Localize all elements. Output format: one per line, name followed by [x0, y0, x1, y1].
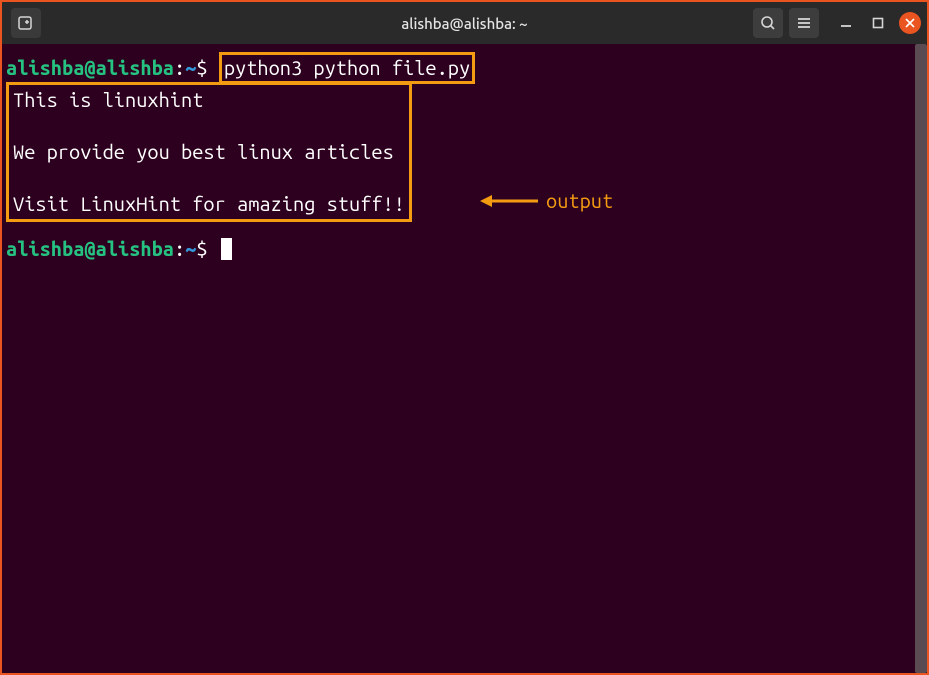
command-line-1: alishba@alishba:~$ python3 python file.p…: [6, 52, 923, 84]
minimize-button[interactable]: [835, 12, 857, 34]
menu-button[interactable]: [789, 8, 819, 38]
prompt-dollar: $: [196, 56, 207, 79]
titlebar: alishba@alishba: ~: [2, 2, 927, 44]
search-icon: [760, 15, 776, 31]
prompt-colon: :: [174, 237, 185, 260]
terminal-window: alishba@alishba: ~: [0, 0, 929, 675]
prompt-user-host: alishba@alishba: [6, 56, 174, 79]
prompt-user-host: alishba@alishba: [6, 237, 174, 260]
output-line: We provide you best linux articles: [13, 139, 405, 165]
prompt-dollar: $: [196, 237, 207, 260]
maximize-icon: [872, 17, 884, 29]
output-line: This is linuxhint: [13, 87, 405, 113]
search-button[interactable]: [753, 8, 783, 38]
output-line: Visit LinuxHint for amazing stuff!!: [13, 191, 405, 217]
hamburger-icon: [796, 15, 812, 31]
prompt-colon: :: [174, 56, 185, 79]
prompt-path: ~: [185, 237, 196, 260]
minimize-icon: [840, 17, 852, 29]
command-line-2: alishba@alishba:~$: [6, 236, 923, 262]
scrollbar[interactable]: [915, 44, 927, 673]
output-line: [13, 113, 405, 139]
output-line: [13, 165, 405, 191]
scrollbar-thumb[interactable]: [915, 44, 927, 673]
output-highlight-box: This is linuxhint We provide you best li…: [6, 82, 412, 222]
maximize-button[interactable]: [867, 12, 889, 34]
new-tab-icon: [17, 14, 35, 32]
prompt-path: ~: [185, 56, 196, 79]
annotation-label: output: [546, 188, 613, 214]
command-text: python3 python file.py: [224, 56, 470, 79]
close-button[interactable]: [899, 12, 921, 34]
command-highlight: python3 python file.py: [219, 52, 475, 84]
window-title: alishba@alishba: ~: [401, 15, 527, 32]
terminal-body[interactable]: alishba@alishba:~$ python3 python file.p…: [2, 44, 927, 673]
new-tab-button[interactable]: [11, 8, 41, 38]
close-icon: [905, 18, 915, 28]
arrow-icon: [480, 194, 540, 208]
cursor: [221, 238, 232, 260]
output-annotation: output: [480, 188, 613, 214]
